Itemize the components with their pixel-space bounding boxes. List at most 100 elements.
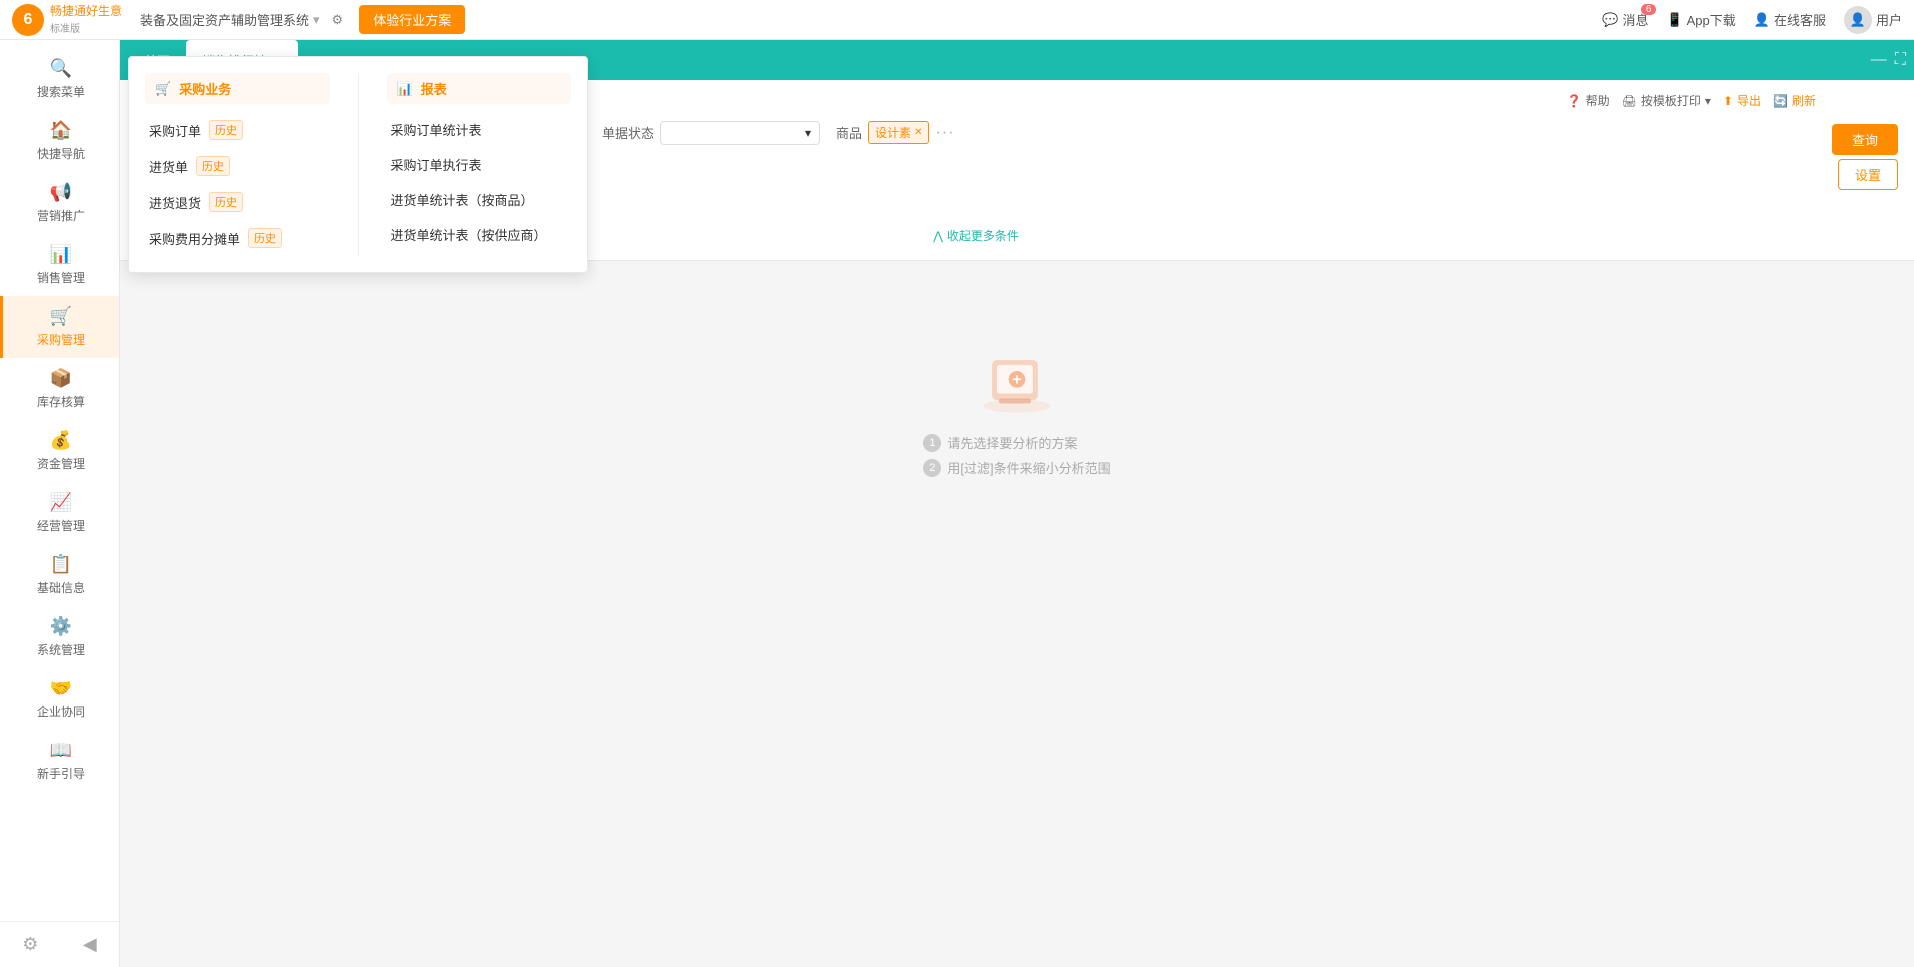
purchase-col-title: 🛒 采购业务 bbox=[145, 73, 330, 104]
menu-item-purchase-order-label: 采购订单 bbox=[149, 121, 201, 140]
tab-right-actions: — ⛶ bbox=[1871, 51, 1906, 69]
finance-icon: 💰 bbox=[50, 430, 72, 451]
message-btn[interactable]: 💬 消息 6 bbox=[1602, 10, 1648, 29]
goods-tag-close-icon[interactable]: ✕ bbox=[914, 127, 922, 138]
sidebar-label-guide: 新手引导 bbox=[37, 765, 85, 782]
menu-item-purchase-order[interactable]: 采购订单 历史 bbox=[145, 112, 330, 148]
avatar: 👤 bbox=[1844, 6, 1872, 34]
sidebar-item-search[interactable]: 🔍 搜索菜单 bbox=[0, 48, 119, 110]
sidebar-item-enterprise[interactable]: 🤝 企业协同 bbox=[0, 668, 119, 730]
collapse-btn[interactable]: ⋀ 收起更多条件 bbox=[933, 227, 1019, 244]
sidebar-item-nav[interactable]: 🏠 快捷导航 bbox=[0, 110, 119, 172]
service-icon: 👤 bbox=[1754, 12, 1770, 28]
sidebar-label-marketing: 营销推广 bbox=[37, 207, 85, 224]
marketing-icon: 📢 bbox=[50, 182, 72, 203]
message-badge: 6 bbox=[1641, 4, 1657, 15]
sidebar-item-inventory[interactable]: 📦 库存核算 bbox=[0, 358, 119, 420]
menu-item-purchase-order-exec[interactable]: 采购订单执行表 bbox=[387, 147, 572, 182]
export-label: 导出 bbox=[1737, 92, 1761, 109]
empty-tip-2: 2 用[过滤]条件来缩小分析范围 bbox=[923, 458, 1110, 477]
menu-item-inbound-return[interactable]: 进货退货 历史 bbox=[145, 184, 330, 220]
goods-field: 商品 设计素 ✕ ··· bbox=[836, 121, 954, 144]
sidebar-item-marketing[interactable]: 📢 营销推广 bbox=[0, 172, 119, 234]
industry-btn[interactable]: 体验行业方案 bbox=[359, 5, 465, 34]
export-icon: ⬆ bbox=[1723, 94, 1733, 108]
menu-item-purchase-expense[interactable]: 采购费用分摊单 历史 bbox=[145, 220, 330, 256]
menu-item-inbound-stats-supplier-label: 进货单统计表（按供应商） bbox=[391, 225, 547, 244]
sidebar-item-system[interactable]: ⚙️ 系统管理 bbox=[0, 606, 119, 668]
goods-tag[interactable]: 设计素 ✕ bbox=[868, 121, 929, 144]
sidebar-item-basic-info[interactable]: 📋 基础信息 bbox=[0, 544, 119, 606]
app-download-label: App下载 bbox=[1687, 10, 1736, 29]
print-btn[interactable]: 🖨 按模板打印 ▾ bbox=[1622, 92, 1711, 109]
query-button[interactable]: 查询 bbox=[1832, 124, 1898, 155]
export-btn[interactable]: ⬆ 导出 bbox=[1723, 92, 1761, 109]
sidebar-item-purchase[interactable]: 🛒 采购管理 bbox=[0, 296, 119, 358]
gear-icon[interactable]: ⚙ bbox=[332, 12, 344, 28]
sidebar-label-system: 系统管理 bbox=[37, 641, 85, 658]
sidebar-label-finance: 资金管理 bbox=[37, 455, 85, 472]
online-service-btn[interactable]: 👤 在线客服 bbox=[1754, 10, 1826, 29]
report-col-label: 报表 bbox=[421, 79, 447, 98]
select-arrow-icon: ▾ bbox=[805, 126, 811, 140]
phone-icon: 📱 bbox=[1666, 12, 1682, 28]
menu-item-inbound-stats-goods-label: 进货单统计表（按商品） bbox=[391, 190, 534, 209]
guide-icon: 📖 bbox=[50, 740, 72, 761]
menu-item-purchase-order-exec-label: 采购订单执行表 bbox=[391, 155, 482, 174]
voucher-status-label: 单据状态 bbox=[602, 123, 654, 142]
refresh-btn[interactable]: 🔄 刷新 bbox=[1773, 92, 1816, 109]
help-label: 帮助 bbox=[1586, 92, 1610, 109]
purchase-col-icon: 🛒 bbox=[155, 81, 171, 97]
tip-text-1: 请先选择要分析的方案 bbox=[947, 433, 1077, 452]
empty-state-icon bbox=[967, 341, 1067, 421]
history-tag-inbound-return: 历史 bbox=[209, 192, 243, 212]
dropdown-menu: 🛒 采购业务 采购订单 历史 进货单 历史 进货退货 历史 采购费用分摊单 历史… bbox=[128, 56, 588, 273]
tip-num-1: 1 bbox=[923, 434, 941, 452]
topbar: 6 畅捷通好生意 标准版 装备及固定资产辅助管理系统 ▾ ⚙ 体验行业方案 💬 … bbox=[0, 0, 1914, 40]
report-col-icon: 📊 bbox=[397, 81, 413, 97]
app-download-btn[interactable]: 📱 App下载 bbox=[1666, 10, 1735, 29]
online-service-label: 在线客服 bbox=[1774, 10, 1826, 29]
set-button[interactable]: 设置 bbox=[1838, 159, 1898, 190]
sidebar-item-sales[interactable]: 📊 销售管理 bbox=[0, 234, 119, 296]
menu-item-inbound-stats-goods[interactable]: 进货单统计表（按商品） bbox=[387, 182, 572, 217]
purchase-icon: 🛒 bbox=[50, 306, 72, 327]
tab-minimize-icon[interactable]: — bbox=[1871, 51, 1887, 69]
goods-label: 商品 bbox=[836, 123, 862, 142]
voucher-status-select[interactable]: ▾ bbox=[660, 121, 820, 145]
sidebar-item-operations[interactable]: 📈 经营管理 bbox=[0, 482, 119, 544]
history-tag-purchase-expense: 历史 bbox=[248, 228, 282, 248]
help-btn[interactable]: ❓ 帮助 bbox=[1567, 92, 1610, 109]
voucher-status-field: 单据状态 ▾ bbox=[602, 121, 820, 145]
sidebar-bottom: ⚙ ◀ bbox=[0, 921, 119, 967]
print-icon: 🖨 bbox=[1622, 94, 1637, 108]
message-icon: 💬 bbox=[1602, 12, 1618, 28]
menu-item-inbound-stats-supplier[interactable]: 进货单统计表（按供应商） bbox=[387, 217, 572, 252]
sidebar: 🔍 搜索菜单 🏠 快捷导航 📢 营销推广 📊 销售管理 🛒 采购管理 📦 库存核… bbox=[0, 40, 120, 967]
tip-text-2: 用[过滤]条件来缩小分析范围 bbox=[947, 458, 1110, 477]
home-icon: 🏠 bbox=[50, 120, 72, 141]
sidebar-item-guide[interactable]: 📖 新手引导 bbox=[0, 730, 119, 792]
settings-icon[interactable]: ⚙ bbox=[22, 934, 38, 955]
collapse-label: 收起更多条件 bbox=[947, 227, 1019, 244]
refresh-icon: 🔄 bbox=[1773, 94, 1788, 108]
user-label: 用户 bbox=[1876, 10, 1902, 29]
goods-dots[interactable]: ··· bbox=[935, 124, 954, 142]
sales-icon: 📊 bbox=[50, 244, 72, 265]
menu-item-purchase-order-stats[interactable]: 采购订单统计表 bbox=[387, 112, 572, 147]
system-icon: ⚙️ bbox=[50, 616, 72, 637]
sidebar-label-search: 搜索菜单 bbox=[37, 83, 85, 100]
dropdown-arrow-icon[interactable]: ▾ bbox=[313, 12, 320, 28]
menu-item-inbound[interactable]: 进货单 历史 bbox=[145, 148, 330, 184]
collapse-sidebar-icon[interactable]: ◀ bbox=[83, 934, 97, 955]
system-title: 装备及固定资产辅助管理系统 bbox=[140, 10, 309, 29]
sidebar-item-finance[interactable]: 💰 资金管理 bbox=[0, 420, 119, 482]
menu-item-inbound-return-label: 进货退货 bbox=[149, 193, 201, 212]
goods-tag-text: 设计素 bbox=[875, 124, 911, 141]
dropdown-divider bbox=[358, 73, 359, 256]
user-btn[interactable]: 👤 用户 bbox=[1844, 6, 1902, 34]
sidebar-label-nav: 快捷导航 bbox=[37, 145, 85, 162]
purchase-col-label: 采购业务 bbox=[179, 79, 231, 98]
tab-maximize-icon[interactable]: ⛶ bbox=[1895, 51, 1906, 69]
logo-icon: 6 bbox=[12, 4, 44, 36]
